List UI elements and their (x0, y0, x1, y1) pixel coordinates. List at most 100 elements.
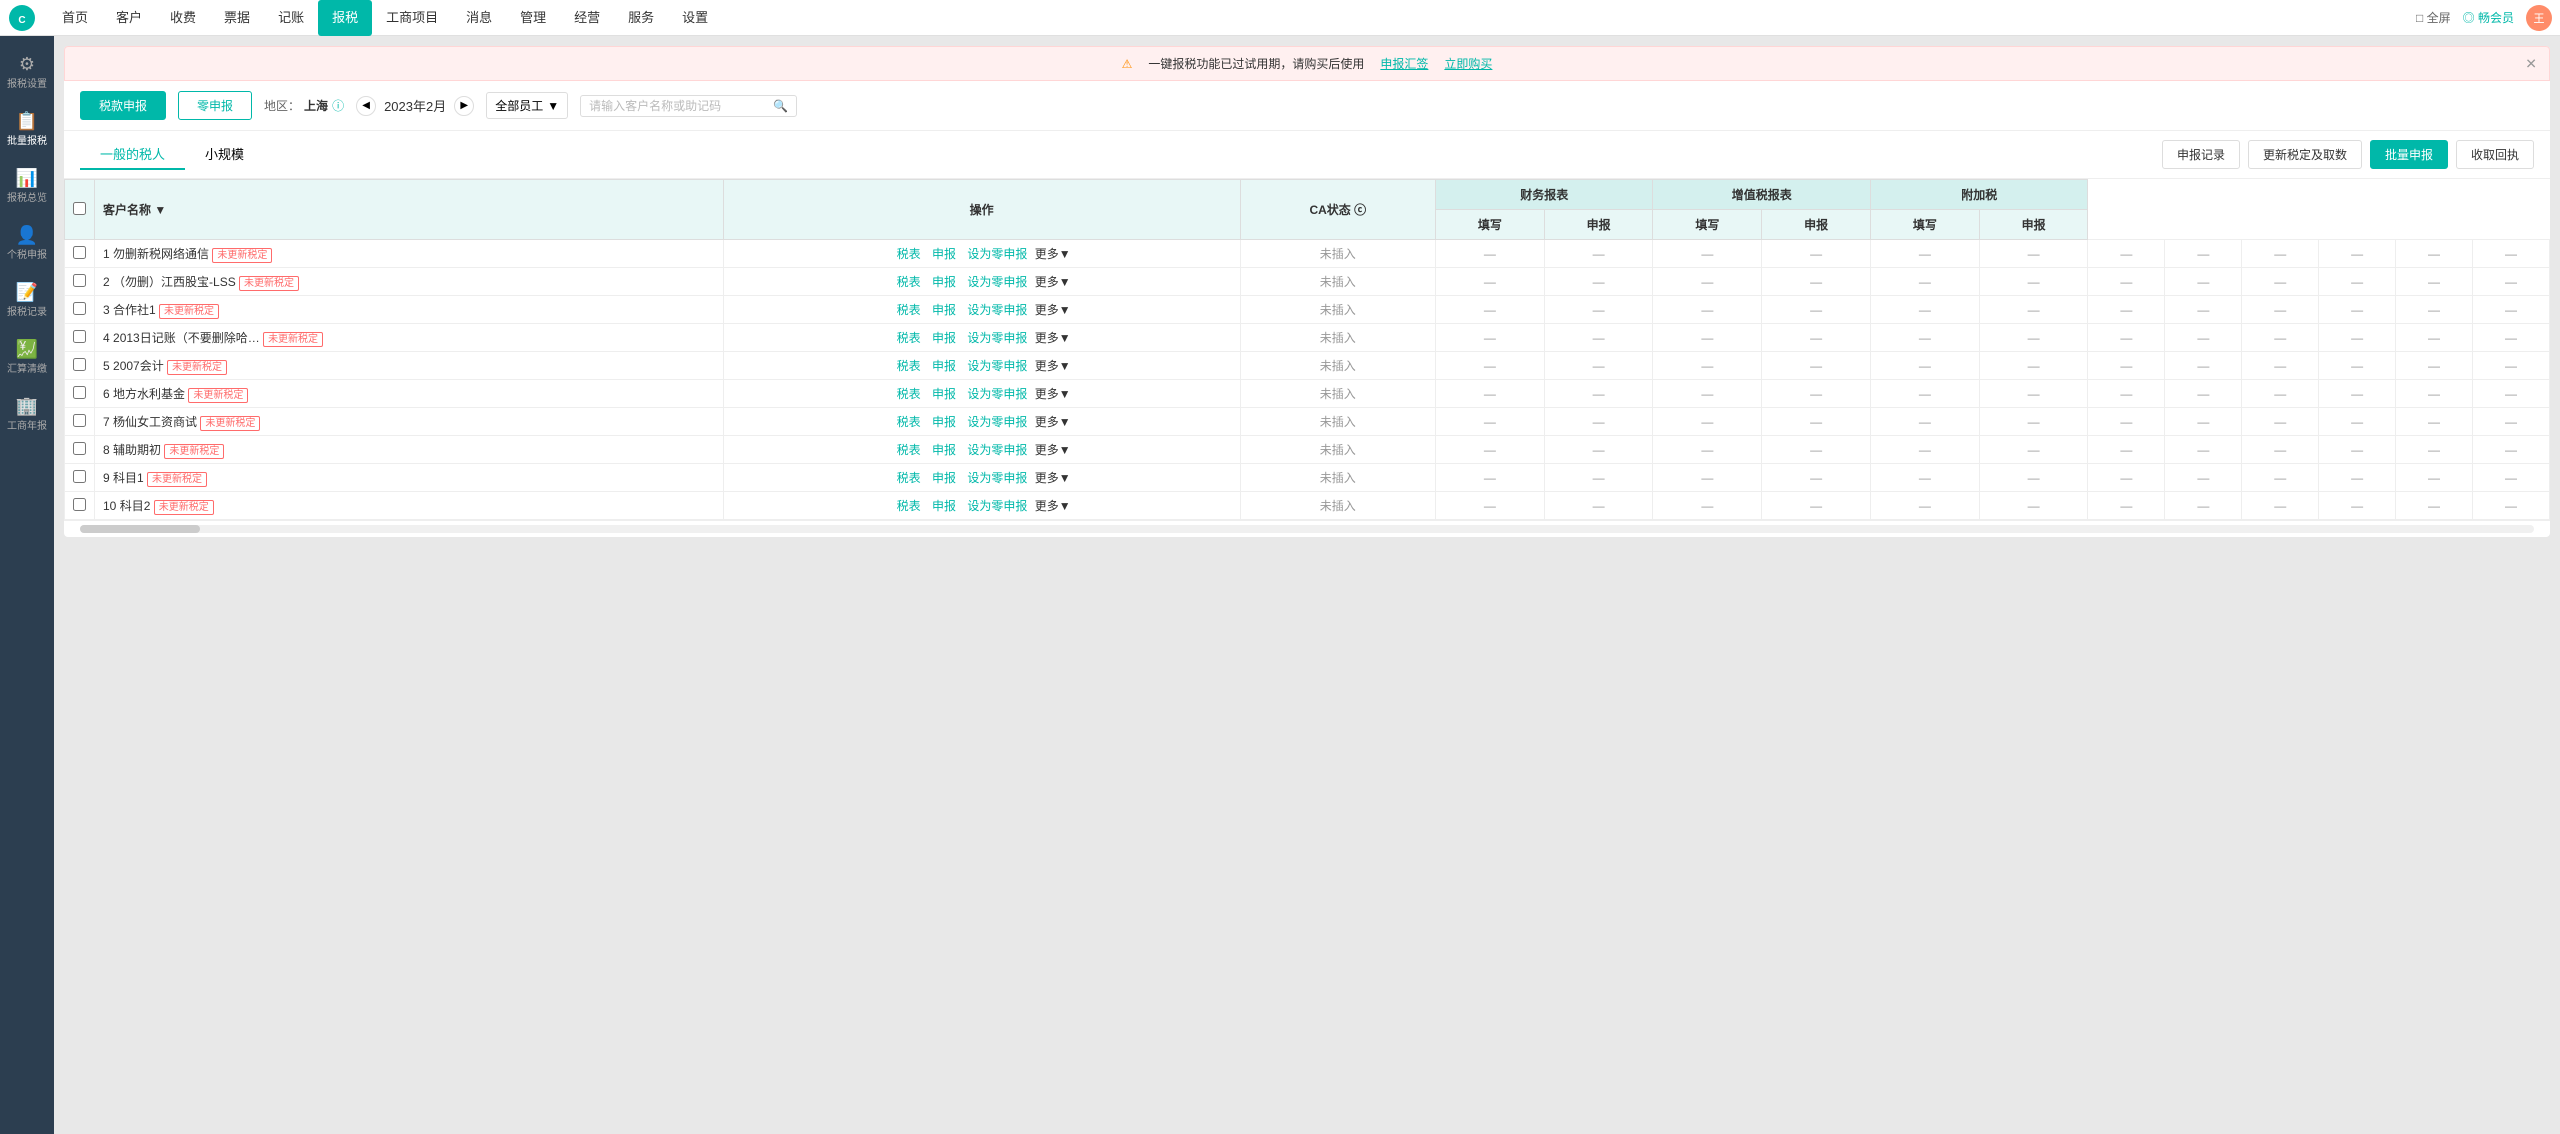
row-col-8: — (2242, 436, 2319, 464)
main-panel: ⚠ 一键报税功能已过试用期，请购买后使用 申报汇签 立即购买 ✕ 税款申报 零申… (64, 46, 2550, 537)
sidebar-item-settlement[interactable]: 💹 汇算清缴 (0, 329, 54, 386)
tab-general-taxpayer[interactable]: 一般的税人 (80, 139, 185, 170)
op-set-zero[interactable]: 设为零申报 (967, 415, 1027, 429)
op-declare[interactable]: 申报 (932, 331, 956, 345)
row-col-1: — (1544, 492, 1653, 520)
nav-operation[interactable]: 经营 (560, 0, 614, 36)
op-declare[interactable]: 申报 (932, 275, 956, 289)
horizontal-scrollbar[interactable] (64, 520, 2550, 537)
date-prev-button[interactable]: ◀ (356, 96, 376, 116)
op-more[interactable]: 更多▼ (1035, 443, 1071, 457)
op-declare[interactable]: 申报 (932, 415, 956, 429)
nav-commerce[interactable]: 工商项目 (372, 0, 452, 36)
row-col-5: — (1979, 240, 2088, 268)
sidebar-item-personal-tax[interactable]: 👤 个税申报 (0, 215, 54, 272)
banner-link-declare[interactable]: 申报汇签 (1380, 55, 1428, 72)
sidebar-item-tax-record[interactable]: 📝 报税记录 (0, 272, 54, 329)
op-tax-table[interactable]: 税表 (897, 303, 921, 317)
row-checkbox[interactable] (73, 246, 86, 259)
op-declare[interactable]: 申报 (932, 387, 956, 401)
op-declare[interactable]: 申报 (932, 471, 956, 485)
sidebar-item-annual-report[interactable]: 🏢 工商年报 (0, 386, 54, 443)
op-tax-table[interactable]: 税表 (897, 443, 921, 457)
row-checkbox[interactable] (73, 330, 86, 343)
op-tax-table[interactable]: 税表 (897, 415, 921, 429)
nav-tax[interactable]: 报税 (318, 0, 372, 36)
select-all-checkbox[interactable] (73, 202, 86, 215)
op-declare[interactable]: 申报 (932, 303, 956, 317)
row-checkbox[interactable] (73, 274, 86, 287)
member-button[interactable]: ◎ 畅会员 (2463, 9, 2514, 26)
search-icon[interactable]: 🔍 (773, 99, 788, 113)
row-checkbox[interactable] (73, 386, 86, 399)
op-set-zero[interactable]: 设为零申报 (967, 247, 1027, 261)
declare-record-button[interactable]: 申报记录 (2162, 140, 2240, 169)
row-checkbox[interactable] (73, 470, 86, 483)
row-col-1: — (1544, 268, 1653, 296)
row-checkbox-cell (65, 240, 95, 268)
nav-ledger[interactable]: 记账 (264, 0, 318, 36)
op-more[interactable]: 更多▼ (1035, 303, 1071, 317)
staff-selector[interactable]: 全部员工 ▼ (486, 92, 568, 119)
fullscreen-button[interactable]: □ 全屏 (2416, 9, 2451, 26)
op-more[interactable]: 更多▼ (1035, 499, 1071, 513)
op-tax-table[interactable]: 税表 (897, 499, 921, 513)
scrollbar-thumb[interactable] (80, 525, 200, 533)
row-checkbox[interactable] (73, 414, 86, 427)
tab-small-scale[interactable]: 小规模 (185, 139, 264, 170)
row-checkbox[interactable] (73, 498, 86, 511)
collect-receipt-button[interactable]: 收取回执 (2456, 140, 2534, 169)
op-set-zero[interactable]: 设为零申报 (967, 275, 1027, 289)
op-more[interactable]: 更多▼ (1035, 471, 1071, 485)
op-declare[interactable]: 申报 (932, 499, 956, 513)
op-tax-table[interactable]: 税表 (897, 471, 921, 485)
search-input[interactable] (589, 99, 769, 113)
op-more[interactable]: 更多▼ (1035, 387, 1071, 401)
row-checkbox[interactable] (73, 358, 86, 371)
op-set-zero[interactable]: 设为零申报 (967, 471, 1027, 485)
nav-settings[interactable]: 设置 (668, 0, 722, 36)
batch-declare-button[interactable]: 批量申报 (2370, 140, 2448, 169)
op-more[interactable]: 更多▼ (1035, 247, 1071, 261)
nav-billing[interactable]: 收费 (156, 0, 210, 36)
date-next-button[interactable]: ▶ (454, 96, 474, 116)
nav-service[interactable]: 服务 (614, 0, 668, 36)
op-declare[interactable]: 申报 (932, 443, 956, 457)
op-set-zero[interactable]: 设为零申报 (967, 443, 1027, 457)
avatar[interactable]: 王 (2526, 5, 2552, 31)
tab-tax-declare[interactable]: 税款申报 (80, 91, 166, 120)
op-declare[interactable]: 申报 (932, 359, 956, 373)
nav-invoice[interactable]: 票据 (210, 0, 264, 36)
sidebar-item-tax-settings[interactable]: ⚙ 报税设置 (0, 44, 54, 101)
row-col-7: — (2165, 436, 2242, 464)
nav-message[interactable]: 消息 (452, 0, 506, 36)
banner-close-button[interactable]: ✕ (2525, 55, 2537, 72)
sidebar-item-tax-overview[interactable]: 📊 报税总览 (0, 158, 54, 215)
row-checkbox[interactable] (73, 302, 86, 315)
nav-customer[interactable]: 客户 (102, 0, 156, 36)
op-set-zero[interactable]: 设为零申报 (967, 499, 1027, 513)
nav-manage[interactable]: 管理 (506, 0, 560, 36)
op-more[interactable]: 更多▼ (1035, 275, 1071, 289)
banner-link-buy[interactable]: 立即购买 (1444, 55, 1492, 72)
op-declare[interactable]: 申报 (932, 247, 956, 261)
op-tax-table[interactable]: 税表 (897, 387, 921, 401)
op-set-zero[interactable]: 设为零申报 (967, 359, 1027, 373)
op-set-zero[interactable]: 设为零申报 (967, 387, 1027, 401)
op-tax-table[interactable]: 税表 (897, 275, 921, 289)
op-tax-table[interactable]: 税表 (897, 331, 921, 345)
region-info-icon[interactable]: ⓘ (332, 97, 344, 114)
op-more[interactable]: 更多▼ (1035, 331, 1071, 345)
op-tax-table[interactable]: 税表 (897, 247, 921, 261)
op-set-zero[interactable]: 设为零申报 (967, 331, 1027, 345)
nav-home[interactable]: 首页 (48, 0, 102, 36)
op-more[interactable]: 更多▼ (1035, 359, 1071, 373)
row-ops: 税表 申报 设为零申报 更多▼ (723, 352, 1240, 380)
tab-zero-declare[interactable]: 零申报 (178, 91, 252, 120)
op-set-zero[interactable]: 设为零申报 (967, 303, 1027, 317)
op-more[interactable]: 更多▼ (1035, 415, 1071, 429)
op-tax-table[interactable]: 税表 (897, 359, 921, 373)
row-checkbox[interactable] (73, 442, 86, 455)
sidebar-item-batch-tax[interactable]: 📋 批量报税 (0, 101, 54, 158)
update-tax-button[interactable]: 更新税定及取数 (2248, 140, 2362, 169)
